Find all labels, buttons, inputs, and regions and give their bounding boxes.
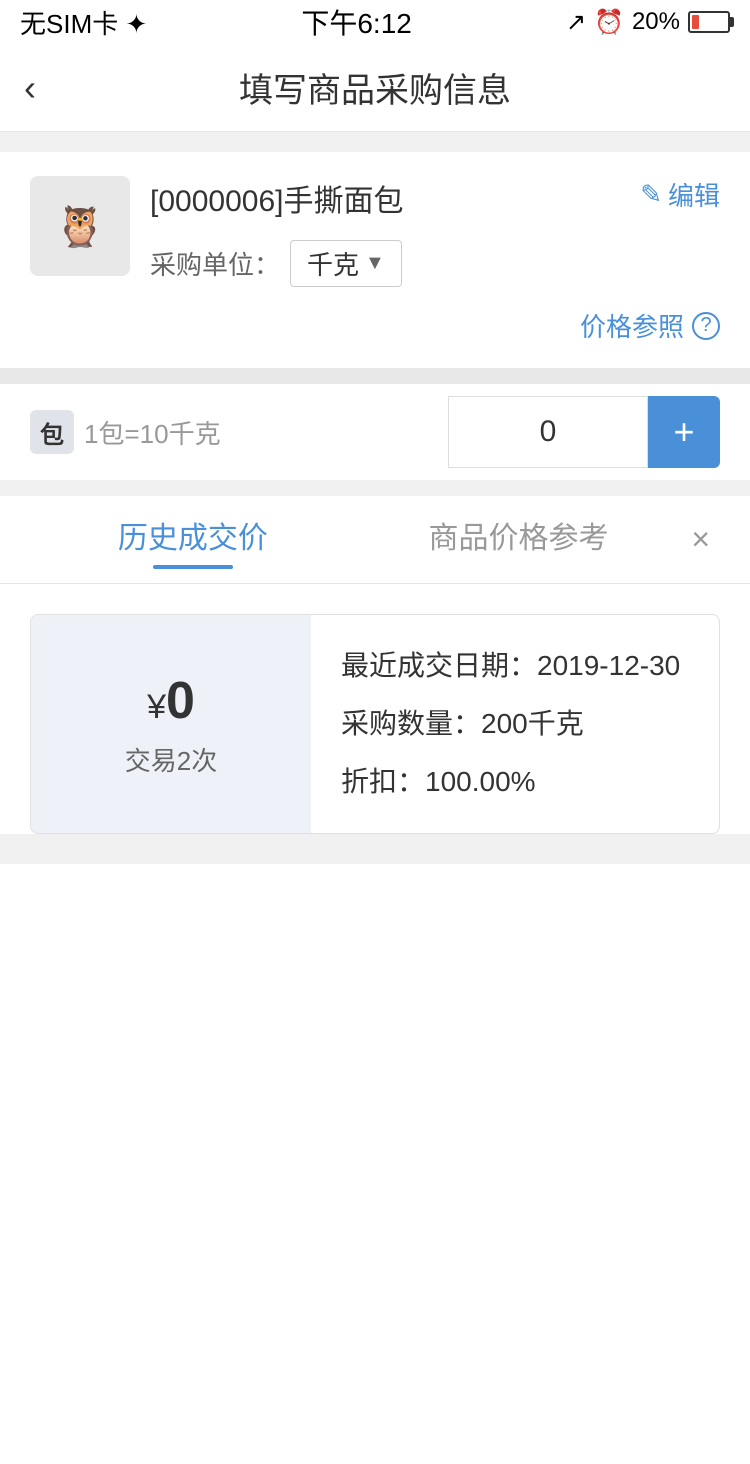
purchase-qty-label: 采购数量： — [341, 708, 481, 739]
recent-date-value: 2019-12-30 — [537, 650, 680, 681]
battery-percent: 20% — [632, 8, 680, 36]
purchase-qty-line: 采购数量：200千克 — [341, 703, 689, 745]
card-details-section: 最近成交日期：2019-12-30 采购数量：200千克 折扣：100.00% — [311, 615, 719, 833]
product-left: 🦉 [0000006]手撕面包 采购单位： 千克 ▼ — [30, 176, 403, 287]
alarm-icon: ⏰ — [594, 8, 624, 37]
product-header: 🦉 [0000006]手撕面包 采购单位： 千克 ▼ ✎ 编辑 — [30, 176, 720, 287]
unit-value: 千克 — [307, 245, 359, 282]
product-card: 🦉 [0000006]手撕面包 采购单位： 千克 ▼ ✎ 编辑 价格参照 ? — [0, 152, 750, 368]
currency-symbol: ¥ — [147, 688, 166, 726]
product-unit-row: 采购单位： 千克 ▼ — [150, 240, 403, 287]
price-ref-link[interactable]: 价格参照 — [580, 307, 684, 344]
recent-date-label: 最近成交日期： — [341, 650, 537, 681]
carrier-text: 无SIM卡 ✦ — [20, 4, 147, 41]
card-price-section: ¥0 交易2次 — [31, 615, 311, 833]
price-value: 0 — [166, 672, 195, 730]
unit-box: 包 — [30, 410, 74, 454]
status-left: 无SIM卡 ✦ — [20, 4, 147, 41]
edit-icon: ✎ — [640, 179, 662, 210]
edit-button[interactable]: ✎ 编辑 — [640, 176, 720, 213]
conversion-note: 1包=10千克 — [84, 414, 221, 451]
discount-line: 折扣：100.00% — [341, 761, 689, 803]
page-title: 填写商品采购信息 — [239, 63, 511, 112]
product-name: [0000006]手撕面包 — [150, 176, 403, 220]
nav-bar: ‹ 填写商品采购信息 — [0, 44, 750, 132]
product-thumbnail-icon: 🦉 — [55, 203, 105, 250]
quantity-row: 包 1包=10千克 + — [0, 384, 750, 480]
discount-label: 折扣： — [341, 766, 425, 797]
tabs-header: 历史成交价 商品价格参考 × — [0, 496, 750, 584]
discount-value: 100.00% — [425, 766, 536, 797]
battery-icon — [688, 11, 730, 33]
help-icon[interactable]: ? — [692, 312, 720, 340]
quantity-left: 包 1包=10千克 — [30, 410, 221, 454]
status-right: ↗ ⏰ 20% — [566, 8, 730, 37]
status-time: 下午6:12 — [301, 2, 412, 42]
product-info: [0000006]手撕面包 采购单位： 千克 ▼ — [150, 176, 403, 287]
edit-label: 编辑 — [668, 176, 720, 213]
back-button[interactable]: ‹ — [24, 67, 36, 109]
tabs-section: 历史成交价 商品价格参考 × ¥0 交易2次 最近成交日期：2019-12-30… — [0, 496, 750, 834]
section-divider — [0, 368, 750, 384]
quantity-input[interactable] — [448, 396, 648, 468]
tab-close-button[interactable]: × — [681, 521, 720, 558]
price-display: ¥0 — [147, 671, 195, 731]
quantity-right: + — [448, 396, 720, 468]
history-info-card: ¥0 交易2次 最近成交日期：2019-12-30 采购数量：200千克 折扣：… — [30, 614, 720, 834]
tab-product-price-ref[interactable]: 商品价格参考 — [356, 513, 682, 567]
unit-label: 采购单位： — [150, 245, 280, 282]
product-thumbnail: 🦉 — [30, 176, 130, 276]
unit-selector[interactable]: 千克 ▼ — [290, 240, 402, 287]
bottom-area — [0, 864, 750, 1464]
location-icon: ↗ — [566, 8, 586, 37]
recent-date-line: 最近成交日期：2019-12-30 — [341, 645, 689, 687]
price-ref-row: 价格参照 ? — [30, 307, 720, 344]
tab-history-price[interactable]: 历史成交价 — [30, 513, 356, 567]
status-bar: 无SIM卡 ✦ 下午6:12 ↗ ⏰ 20% — [0, 0, 750, 44]
trade-count: 交易2次 — [125, 741, 217, 778]
quantity-plus-button[interactable]: + — [648, 396, 720, 468]
unit-dropdown-icon: ▼ — [365, 252, 385, 275]
purchase-qty-value: 200千克 — [481, 708, 584, 739]
